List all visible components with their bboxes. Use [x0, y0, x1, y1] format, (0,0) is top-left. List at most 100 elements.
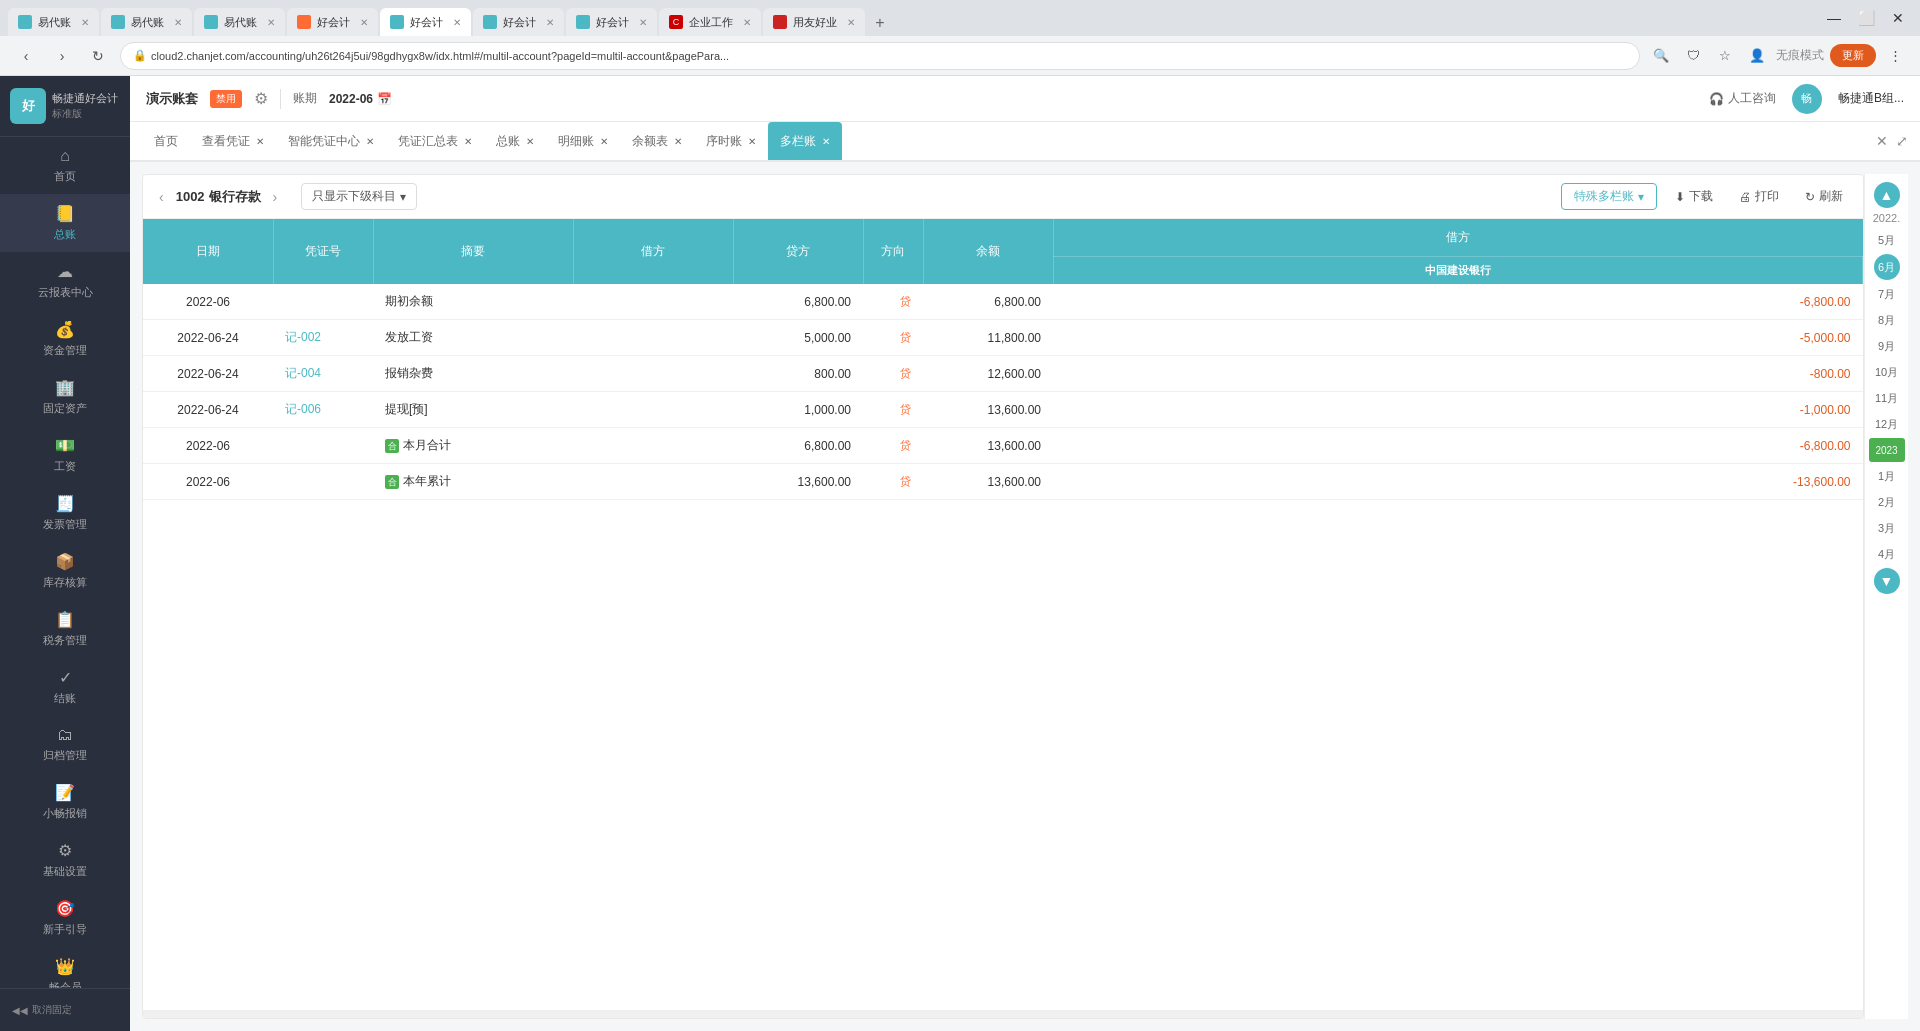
sidebar-item-assets[interactable]: 🏢 固定资产: [0, 368, 130, 426]
tab-balance-close[interactable]: ✕: [674, 136, 682, 147]
pin-button[interactable]: ◀◀ 取消固定: [6, 997, 124, 1023]
tab-vouchers[interactable]: 查看凭证 ✕: [190, 122, 276, 162]
user-avatar[interactable]: 畅: [1792, 84, 1822, 114]
table-cell-extra-debit: -1,000.00: [1053, 392, 1863, 428]
url-input[interactable]: 🔒 cloud2.chanjet.com/accounting/uh26t264…: [120, 42, 1640, 70]
tab-close-9[interactable]: ✕: [847, 17, 855, 28]
table-cell-voucher[interactable]: 记-002: [273, 320, 373, 356]
expand-tab-icon[interactable]: ⤢: [1896, 133, 1908, 149]
next-account-arrow[interactable]: ›: [269, 187, 282, 207]
tab-smart-vouchers-close[interactable]: ✕: [366, 136, 374, 147]
sidebar-item-invoice[interactable]: 🧾 发票管理: [0, 484, 130, 542]
restore-button[interactable]: ⬜: [1852, 8, 1880, 28]
sidebar-item-tax[interactable]: 📋 税务管理: [0, 600, 130, 658]
menu-icon[interactable]: ⋮: [1882, 43, 1908, 69]
forward-button[interactable]: ›: [48, 42, 76, 70]
sidebar-item-settings[interactable]: ⚙ 基础设置: [0, 831, 130, 889]
date-jun[interactable]: 6月: [1874, 254, 1900, 280]
sidebar-item-funds[interactable]: 💰 资金管理: [0, 310, 130, 368]
sidebar-item-expense[interactable]: 📝 小畅报销: [0, 773, 130, 831]
table-cell-voucher: [273, 464, 373, 500]
date-feb[interactable]: 2月: [1869, 490, 1905, 514]
sidebar-item-payroll[interactable]: 💵 工资: [0, 426, 130, 484]
sidebar-item-reports[interactable]: ☁ 云报表中心: [0, 252, 130, 310]
tab-multi-column-close[interactable]: ✕: [822, 136, 830, 147]
header-settings-icon[interactable]: ⚙: [254, 89, 268, 108]
account-name: 银行存款: [209, 188, 261, 206]
date-may[interactable]: 5月: [1869, 228, 1905, 252]
tab-detail-ledger-close[interactable]: ✕: [600, 136, 608, 147]
sidebar-item-archive[interactable]: 🗂 归档管理: [0, 716, 130, 773]
date-dec[interactable]: 12月: [1869, 412, 1905, 436]
sidebar-item-closing[interactable]: ✓ 结账: [0, 658, 130, 716]
minimize-button[interactable]: —: [1820, 8, 1848, 28]
bookmark-icon[interactable]: ☆: [1712, 43, 1738, 69]
tab-chronological[interactable]: 序时账 ✕: [694, 122, 768, 162]
update-button[interactable]: 更新: [1830, 44, 1876, 67]
table-cell-voucher[interactable]: 记-006: [273, 392, 373, 428]
tab-close-5[interactable]: ✕: [453, 17, 461, 28]
tab-close-2[interactable]: ✕: [174, 17, 182, 28]
tab-close-1[interactable]: ✕: [81, 17, 89, 28]
back-button[interactable]: ‹: [12, 42, 40, 70]
tab-smart-vouchers[interactable]: 智能凭证中心 ✕: [276, 122, 386, 162]
sidebar-item-home[interactable]: ⌂ 首页: [0, 137, 130, 194]
date-aug[interactable]: 8月: [1869, 308, 1905, 332]
browser-tab-5[interactable]: 好会计 ✕: [380, 8, 471, 36]
tab-voucher-summary-close[interactable]: ✕: [464, 136, 472, 147]
browser-tab-1[interactable]: 易代账 ✕: [8, 8, 99, 36]
browser-tab-7[interactable]: 好会计 ✕: [566, 8, 657, 36]
close-tab-icon[interactable]: ✕: [1876, 133, 1888, 149]
refresh-button[interactable]: ↻ 刷新: [1797, 184, 1851, 209]
tab-general-ledger[interactable]: 总账 ✕: [484, 122, 546, 162]
tabs-bar: 首页 查看凭证 ✕ 智能凭证中心 ✕ 凭证汇总表 ✕ 总账 ✕ 明细账 ✕: [130, 122, 1920, 162]
browser-tab-4[interactable]: 好会计 ✕: [287, 8, 378, 36]
sidebar-item-guide[interactable]: 🎯 新手引导: [0, 889, 130, 947]
special-columns-button[interactable]: 特殊多栏账 ▾: [1561, 183, 1657, 210]
prev-account-arrow[interactable]: ‹: [155, 187, 168, 207]
tab-close-8[interactable]: ✕: [743, 17, 751, 28]
tab-general-ledger-close[interactable]: ✕: [526, 136, 534, 147]
browser-tab-9[interactable]: 用友好业 ✕: [763, 8, 865, 36]
date-jan[interactable]: 1月: [1869, 464, 1905, 488]
tab-close-3[interactable]: ✕: [267, 17, 275, 28]
sidebar-item-ledger[interactable]: 📒 总账: [0, 194, 130, 252]
table-cell-voucher[interactable]: 记-004: [273, 356, 373, 392]
reload-button[interactable]: ↻: [84, 42, 112, 70]
browser-tab-8[interactable]: C 企业工作 ✕: [659, 8, 761, 36]
date-jul[interactable]: 7月: [1869, 282, 1905, 306]
tab-close-7[interactable]: ✕: [639, 17, 647, 28]
profile-icon[interactable]: 👤: [1744, 43, 1770, 69]
close-window-button[interactable]: ✕: [1884, 8, 1912, 28]
browser-tab-2[interactable]: 易代账 ✕: [101, 8, 192, 36]
search-icon[interactable]: 🔍: [1648, 43, 1674, 69]
sidebar-item-inventory[interactable]: 📦 库存核算: [0, 542, 130, 600]
date-nav-down[interactable]: ▼: [1874, 568, 1900, 594]
filter-button[interactable]: 只显示下级科目 ▾: [301, 183, 417, 210]
tab-vouchers-close[interactable]: ✕: [256, 136, 264, 147]
date-mar[interactable]: 3月: [1869, 516, 1905, 540]
tab-balance[interactable]: 余额表 ✕: [620, 122, 694, 162]
tab-home[interactable]: 首页: [142, 122, 190, 162]
date-apr[interactable]: 4月: [1869, 542, 1905, 566]
date-nov[interactable]: 11月: [1869, 386, 1905, 410]
service-button[interactable]: 🎧 人工咨询: [1709, 90, 1776, 107]
date-nav-up[interactable]: ▲: [1874, 182, 1900, 208]
account-selector[interactable]: 1002 银行存款: [176, 188, 261, 206]
tab-voucher-summary[interactable]: 凭证汇总表 ✕: [386, 122, 484, 162]
tab-close-4[interactable]: ✕: [360, 17, 368, 28]
period-value[interactable]: 2022-06 📅: [329, 92, 392, 106]
date-oct[interactable]: 10月: [1869, 360, 1905, 384]
date-sep[interactable]: 9月: [1869, 334, 1905, 358]
tab-detail-ledger[interactable]: 明细账 ✕: [546, 122, 620, 162]
download-button[interactable]: ⬇ 下载: [1667, 184, 1721, 209]
browser-tab-3[interactable]: 易代账 ✕: [194, 8, 285, 36]
tab-close-6[interactable]: ✕: [546, 17, 554, 28]
new-tab-button[interactable]: +: [867, 10, 893, 36]
print-button[interactable]: 🖨 打印: [1731, 184, 1787, 209]
sidebar-item-member[interactable]: 👑 畅会员: [0, 947, 130, 988]
tab-chronological-close[interactable]: ✕: [748, 136, 756, 147]
browser-tab-6[interactable]: 好会计 ✕: [473, 8, 564, 36]
shield-icon[interactable]: 🛡: [1680, 43, 1706, 69]
tab-multi-column[interactable]: 多栏账 ✕: [768, 122, 842, 162]
